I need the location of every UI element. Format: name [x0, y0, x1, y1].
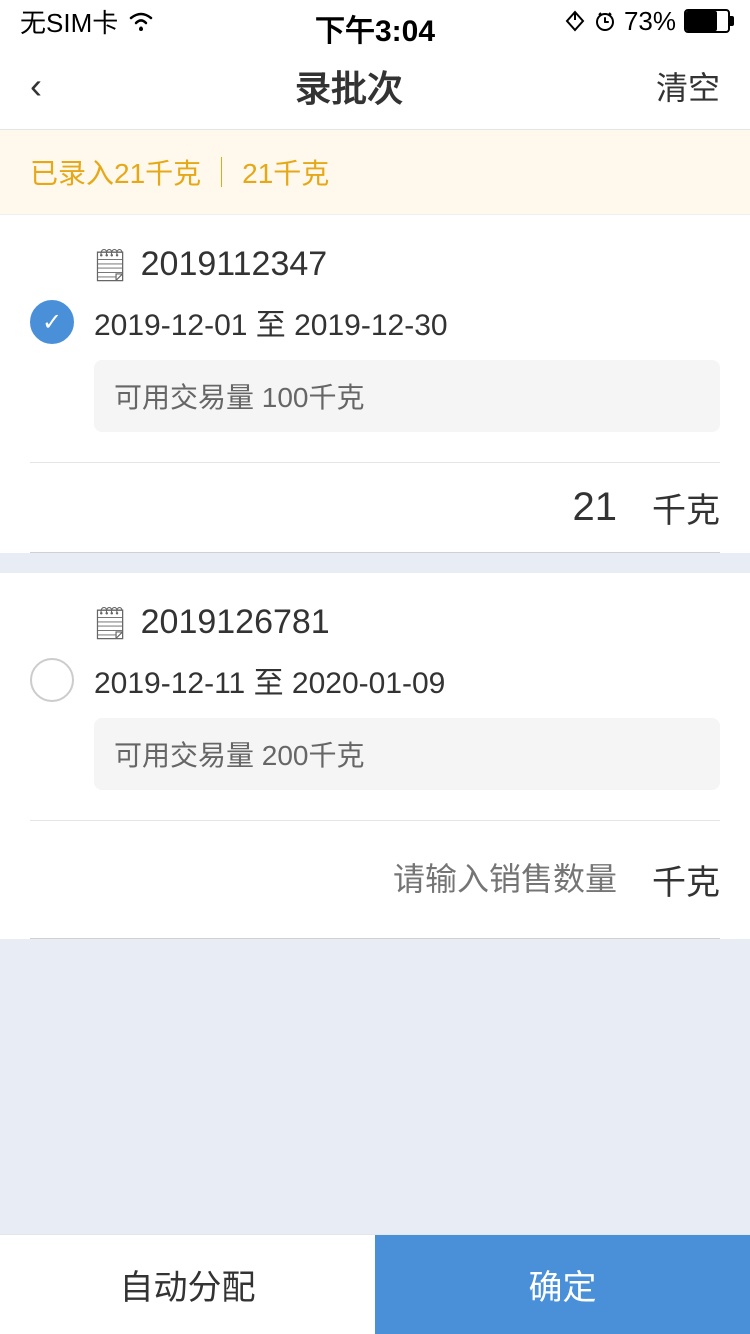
auto-distribute-button[interactable]: 自动分配 [0, 1235, 375, 1334]
info-banner: 已录入21千克 21千克 [0, 130, 750, 215]
amount-unit-1: 千克 [652, 483, 720, 532]
check-icon-1: ✓ [42, 308, 62, 337]
batch-id-1: 2019112347 [141, 245, 328, 284]
radio-1[interactable]: ✓ [30, 300, 74, 344]
status-right: 73% [564, 6, 730, 37]
batch-card-2: 🗒 2019126781 2019-12-11 至 2020-01-09 可用交… [0, 573, 750, 939]
alarm-icon [594, 10, 616, 32]
amount-input-1[interactable] [512, 485, 632, 530]
clear-button[interactable]: 清空 [656, 63, 720, 109]
battery-icon [684, 9, 730, 33]
battery-percent: 73% [624, 6, 676, 37]
page-title: 录批次 [295, 60, 403, 112]
batch-doc-icon-1: 🗒 [90, 246, 131, 284]
nav-bar: ‹ 录批次 清空 [0, 42, 750, 130]
batch-header-1: 🗒 2019112347 [90, 245, 720, 284]
batch-date-row-2[interactable]: 2019-12-11 至 2020-01-09 [30, 658, 720, 702]
location-icon [564, 10, 586, 32]
status-bar: 无SIM卡 下午3:04 73% [0, 0, 750, 42]
back-button[interactable]: ‹ [30, 65, 42, 107]
amount-input-2[interactable] [30, 841, 632, 918]
status-time: 下午3:04 [315, 6, 435, 50]
batch-card-1: 🗒 2019112347 ✓ 2019-12-01 至 2019-12-30 可… [0, 215, 750, 553]
batch-date-row-1[interactable]: ✓ 2019-12-01 至 2019-12-30 [30, 300, 720, 344]
batch-quota-2: 可用交易量 200千克 [94, 718, 720, 790]
batch-date-1: 2019-12-01 至 2019-12-30 [94, 300, 448, 344]
batch-quota-1: 可用交易量 100千克 [94, 360, 720, 432]
bottom-bar: 自动分配 确定 [0, 1234, 750, 1334]
batch-doc-icon-2: 🗒 [90, 604, 131, 642]
section-separator-1 [0, 553, 750, 573]
batch-amount-row-2: 千克 [30, 820, 720, 939]
batch-amount-row-1: 千克 [30, 462, 720, 553]
info-divider [221, 157, 222, 187]
radio-2[interactable] [30, 658, 74, 702]
recorded-value: 21千克 [242, 152, 329, 192]
batch-id-2: 2019126781 [141, 603, 330, 642]
batch-header-2: 🗒 2019126781 [90, 603, 720, 642]
batch-date-2: 2019-12-11 至 2020-01-09 [94, 658, 445, 702]
wifi-icon [126, 10, 156, 32]
confirm-button[interactable]: 确定 [375, 1235, 750, 1334]
sim-text: 无SIM卡 [20, 3, 118, 40]
amount-unit-2: 千克 [652, 855, 720, 904]
recorded-label: 已录入21千克 [30, 152, 201, 192]
status-left: 无SIM卡 [20, 3, 156, 40]
